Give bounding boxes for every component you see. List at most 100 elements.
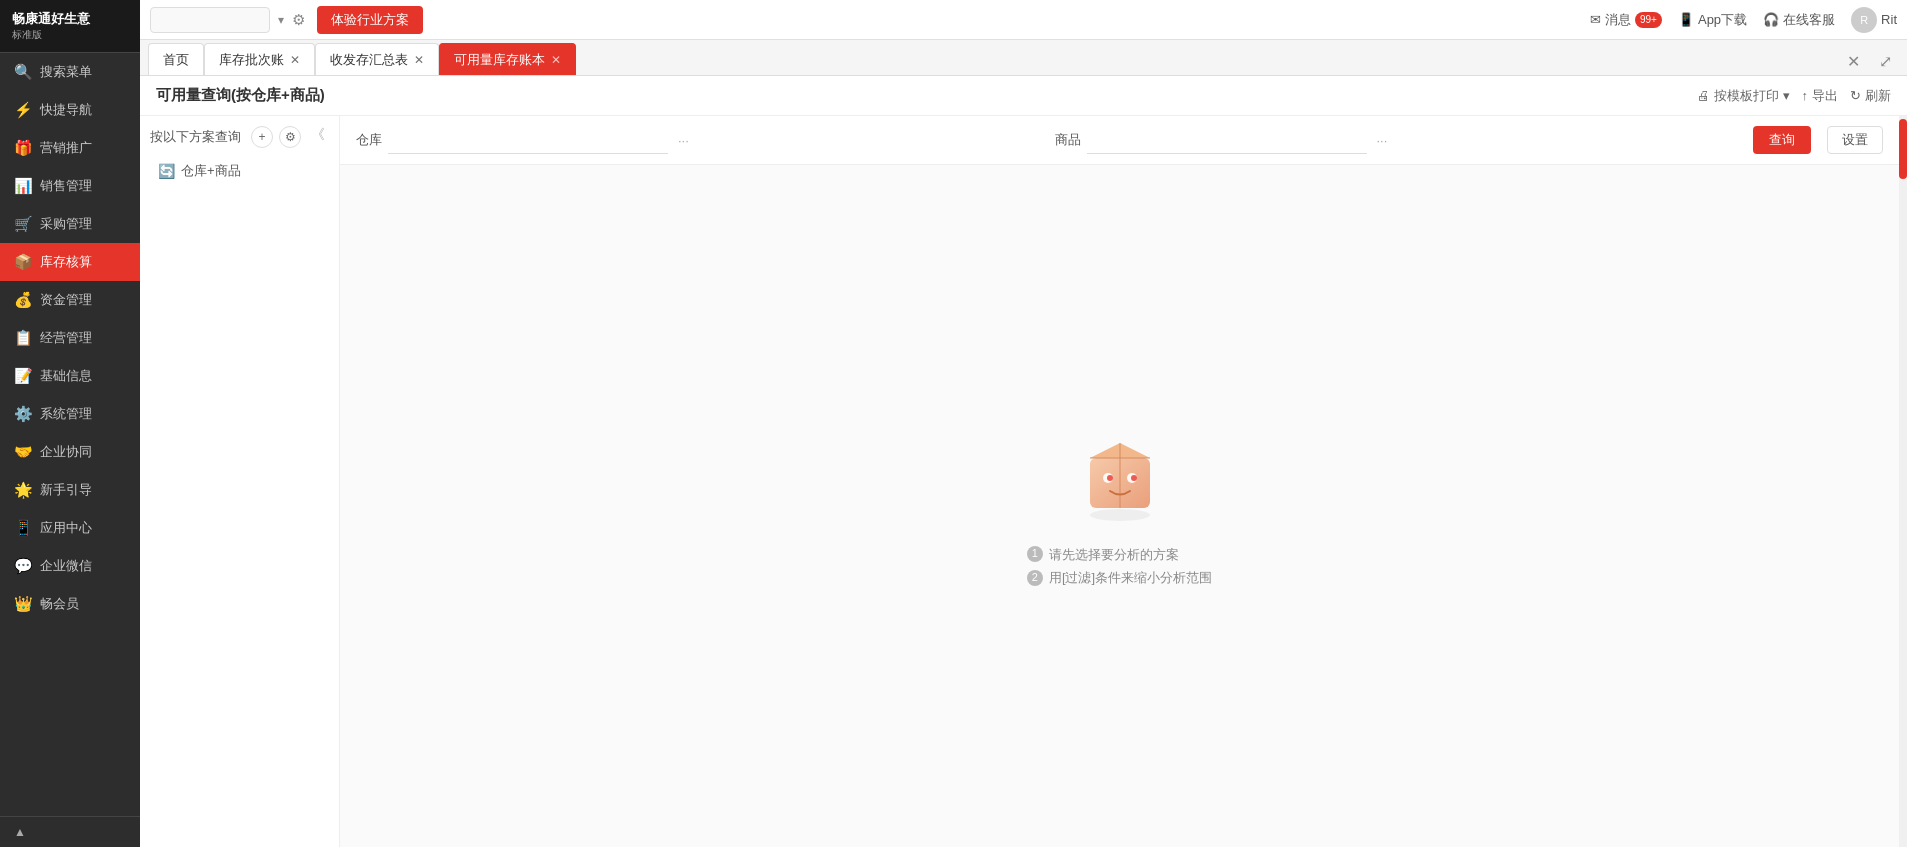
sidebar-item-base-info[interactable]: 📝 基础信息 [0,357,140,395]
query-filters-bar: 仓库 ··· 商品 ··· 查询 设置 [340,116,1899,165]
tab-available-inventory[interactable]: 可用量库存账本 ✕ [439,43,576,75]
cart-icon: 🛒 [14,215,32,233]
warehouse-more-icon[interactable]: ··· [674,133,693,148]
sidebar-item-label: 新手引导 [40,481,92,499]
topbar-search-input[interactable] [150,7,270,33]
sidebar-collapse-icon: ▲ [14,825,26,839]
right-scrollbar-thumb[interactable] [1899,119,1907,179]
tabs-bar: 首页 库存批次账 ✕ 收发存汇总表 ✕ 可用量库存账本 ✕ ✕ ⤢ [140,40,1907,76]
sidebar-item-inventory[interactable]: 📦 库存核算 [0,243,140,281]
warehouse-filter-group: 仓库 ··· [356,126,1039,154]
user-avatar-area[interactable]: R Rit [1851,7,1897,33]
sidebar-item-marketing[interactable]: 🎁 营销推广 [0,129,140,167]
sidebar-item-corp[interactable]: 🤝 企业协同 [0,433,140,471]
settings-button[interactable]: 设置 [1827,126,1883,154]
phone-icon: 📱 [1678,12,1694,27]
doc-icon: 📝 [14,367,32,385]
topbar-chevron-icon[interactable]: ▾ [278,13,284,27]
tab-close-icon[interactable]: ✕ [290,53,300,67]
sidebar-item-label: 企业微信 [40,557,92,575]
topbar-right: ✉ 消息 99+ 📱 App下载 🎧 在线客服 R Rit [1590,7,1897,33]
sidebar-item-quick-nav[interactable]: ⚡ 快捷导航 [0,91,140,129]
trial-industry-button[interactable]: 体验行业方案 [317,6,423,34]
money-icon: 💰 [14,291,32,309]
sidebar-item-operation[interactable]: 📋 经营管理 [0,319,140,357]
svg-point-8 [1090,509,1150,521]
tip-num-2: 2 [1027,570,1043,586]
warehouse-input[interactable] [388,126,668,154]
sidebar-item-label: 营销推广 [40,139,92,157]
gear-icon: ⚙️ [14,405,32,423]
right-scrollbar[interactable] [1899,116,1907,847]
query-button[interactable]: 查询 [1753,126,1811,154]
star-icon: 🌟 [14,481,32,499]
tab-close-icon[interactable]: ✕ [414,53,424,67]
search-icon: 🔍 [14,63,32,81]
app-download-label: App下载 [1698,11,1747,29]
svg-point-7 [1131,475,1137,481]
refresh-button[interactable]: ↻ 刷新 [1850,87,1891,105]
filter-panel-header: 按以下方案查询 + ⚙ 《 [150,126,329,148]
filter-scheme-label: 仓库+商品 [181,162,241,180]
print-template-button[interactable]: 🖨 按模板打印 ▾ [1697,87,1790,105]
tabs-right-controls: ✕ ⤢ [1839,47,1899,75]
refresh-icon: ↻ [1850,88,1861,103]
add-scheme-button[interactable]: + [251,126,273,148]
sidebar-bottom[interactable]: ▲ [0,816,140,847]
svg-point-6 [1107,475,1113,481]
app-name: 畅康通好生意 [12,10,128,28]
sidebar-item-system[interactable]: ⚙️ 系统管理 [0,395,140,433]
lightning-icon: ⚡ [14,101,32,119]
tab-close-icon[interactable]: ✕ [551,53,561,67]
sidebar-item-app-center[interactable]: 📱 应用中心 [0,509,140,547]
clipboard-icon: 📋 [14,329,32,347]
message-icon: ✉ [1590,12,1601,27]
sidebar-item-label: 畅会员 [40,595,79,613]
product-filter-group: 商品 ··· [1055,126,1738,154]
sidebar-item-vip[interactable]: 👑 畅会员 [0,585,140,623]
print-chevron-icon: ▾ [1783,88,1790,103]
scheme-icon: 🔄 [158,163,175,179]
product-label: 商品 [1055,131,1081,149]
tab-inventory-batch-label: 库存批次账 [219,51,284,69]
tab-close-current-button[interactable]: ✕ [1839,47,1867,75]
topbar: ▾ ⚙ 体验行业方案 ✉ 消息 99+ 📱 App下载 🎧 在线客服 R Rit [140,0,1907,40]
sidebar-item-newbie[interactable]: 🌟 新手引导 [0,471,140,509]
sidebar-item-label: 基础信息 [40,367,92,385]
tab-maximize-button[interactable]: ⤢ [1871,47,1899,75]
sidebar-item-search[interactable]: 🔍 搜索菜单 [0,53,140,91]
sidebar-item-label: 销售管理 [40,177,92,195]
tab-collect-summary[interactable]: 收发存汇总表 ✕ [315,43,439,75]
product-input[interactable] [1087,126,1367,154]
warehouse-label: 仓库 [356,131,382,149]
filter-scheme-item[interactable]: 🔄 仓库+商品 [150,156,329,186]
box-icon: 📦 [14,253,32,271]
sidebar-item-corp-wechat[interactable]: 💬 企业微信 [0,547,140,585]
sidebar-item-label: 采购管理 [40,215,92,233]
export-label: 导出 [1812,87,1838,105]
topbar-gear-icon[interactable]: ⚙ [292,11,305,29]
settings-scheme-button[interactable]: ⚙ [279,126,301,148]
tab-collect-summary-label: 收发存汇总表 [330,51,408,69]
app-download-button[interactable]: 📱 App下载 [1678,11,1747,29]
sidebar-item-label: 快捷导航 [40,101,92,119]
message-label: 消息 [1605,11,1631,29]
query-area: 仓库 ··· 商品 ··· 查询 设置 [340,116,1899,847]
sidebar: 畅康通好生意 标准版 🔍 搜索菜单 ⚡ 快捷导航 🎁 营销推广 📊 销售管理 🛒… [0,0,140,847]
tab-home[interactable]: 首页 [148,43,204,75]
handshake-icon: 🤝 [14,443,32,461]
online-service-button[interactable]: 🎧 在线客服 [1763,11,1835,29]
crown-icon: 👑 [14,595,32,613]
filter-collapse-button[interactable]: 《 [307,126,329,148]
sidebar-item-finance[interactable]: 💰 资金管理 [0,281,140,319]
sidebar-item-sales[interactable]: 📊 销售管理 [0,167,140,205]
sidebar-item-label: 经营管理 [40,329,92,347]
avatar: R [1851,7,1877,33]
sidebar-item-purchase[interactable]: 🛒 采购管理 [0,205,140,243]
message-button[interactable]: ✉ 消息 99+ [1590,11,1662,29]
page-header: 可用量查询(按仓库+商品) 🖨 按模板打印 ▾ ↑ 导出 ↻ 刷新 [140,76,1907,116]
tab-inventory-batch[interactable]: 库存批次账 ✕ [204,43,315,75]
product-more-icon[interactable]: ··· [1373,133,1392,148]
export-button[interactable]: ↑ 导出 [1802,87,1839,105]
filter-panel: 按以下方案查询 + ⚙ 《 🔄 仓库+商品 [140,116,340,847]
